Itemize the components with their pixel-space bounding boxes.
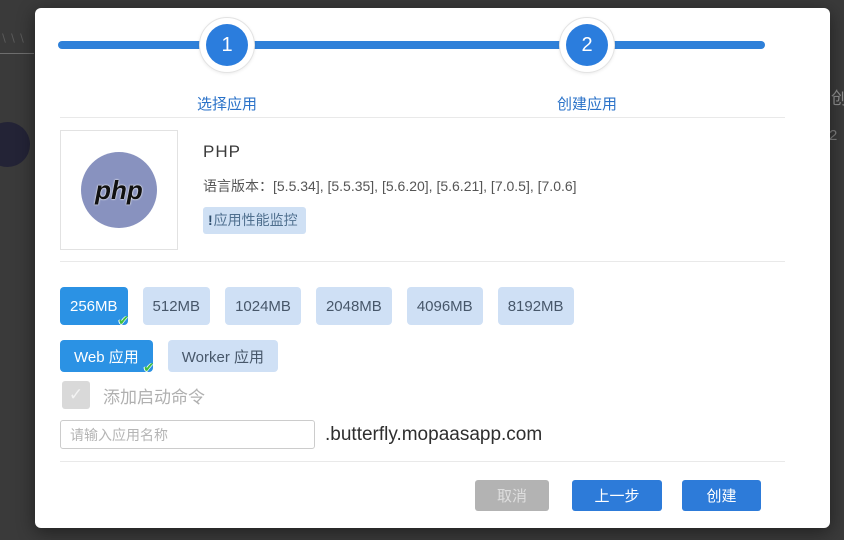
- startup-command-checkbox[interactable]: ✓: [62, 381, 90, 409]
- divider: [60, 117, 785, 118]
- memory-option-8192mb[interactable]: 8192MB: [497, 287, 574, 325]
- php-logo-icon: php: [81, 152, 157, 228]
- apm-badge-label: 应用性能监控: [213, 212, 298, 228]
- app-type-option-worker[interactable]: Worker 应用: [167, 340, 278, 372]
- memory-option-1024mb[interactable]: 1024MB: [225, 287, 301, 325]
- step-1-label: 选择应用: [196, 96, 257, 113]
- backdrop-text-fragment: 2: [829, 127, 838, 144]
- app-versions-text: 语言版本：[5.5.34], [5.5.35], [5.6.20], [5.6.…: [203, 178, 577, 194]
- app-name-row: .butterfly.mopaasapp.com: [60, 420, 542, 449]
- php-logo-text: php: [95, 174, 143, 205]
- backdrop-text-fragment: 创: [831, 89, 844, 108]
- startup-command-label: 添加启动命令: [103, 387, 205, 407]
- selected-app-card: php: [60, 130, 178, 250]
- cancel-button[interactable]: 取消: [475, 480, 549, 511]
- step-2-node[interactable]: 2: [559, 17, 615, 73]
- memory-option-label: 1024MB: [235, 297, 291, 315]
- check-icon: ✔: [143, 359, 155, 375]
- memory-option-512mb[interactable]: 512MB: [142, 287, 211, 325]
- app-type-options: Web 应用 ✔ Worker 应用: [60, 340, 293, 375]
- create-button[interactable]: 创建: [682, 480, 761, 511]
- memory-option-label: 2048MB: [325, 297, 382, 315]
- divider: [60, 261, 785, 262]
- app-type-option-web[interactable]: Web 应用 ✔: [60, 340, 155, 375]
- domain-suffix-text: .butterfly.mopaasapp.com: [325, 423, 543, 445]
- memory-option-label: 256MB: [70, 297, 118, 315]
- checkbox-check-icon: ✓: [68, 385, 84, 404]
- memory-option-label: 8192MB: [507, 297, 564, 315]
- memory-option-256mb[interactable]: 256MB ✔: [60, 287, 130, 328]
- create-app-wizard-modal: 1 2 选择应用 创建应用 php PHP 语言版本：[5.5.34], [5.…: [35, 8, 830, 528]
- app-name-title: PHP: [203, 142, 241, 161]
- app-name-input[interactable]: [60, 420, 315, 449]
- step-1-node[interactable]: 1: [199, 17, 255, 73]
- backdrop-clipped-text: ∖∖∖: [0, 32, 34, 54]
- memory-option-4096mb[interactable]: 4096MB: [406, 287, 483, 325]
- backdrop-clipped-logo: [0, 122, 30, 167]
- memory-option-label: 512MB: [152, 297, 201, 315]
- check-icon: ✔: [117, 312, 130, 328]
- startup-command-row: ✓ 添加启动命令: [62, 381, 205, 409]
- divider: [60, 461, 785, 462]
- app-type-label: Worker 应用: [181, 348, 264, 366]
- previous-step-button[interactable]: 上一步: [572, 480, 662, 511]
- progress-bar: [58, 41, 765, 49]
- memory-option-label: 4096MB: [416, 297, 473, 315]
- alert-icon: !: [208, 212, 213, 228]
- apm-badge: !应用性能监控: [203, 207, 306, 234]
- step-1-number: 1: [206, 24, 248, 66]
- step-2-label: 创建应用: [556, 96, 617, 113]
- selected-app-info: PHP 语言版本：[5.5.34], [5.5.35], [5.6.20], […: [203, 130, 790, 234]
- memory-option-2048mb[interactable]: 2048MB: [315, 287, 392, 325]
- memory-size-options: 256MB ✔ 512MB 1024MB 2048MB 4096MB 8192M…: [60, 287, 589, 328]
- step-2-number: 2: [566, 24, 608, 66]
- app-type-label: Web 应用: [74, 348, 139, 366]
